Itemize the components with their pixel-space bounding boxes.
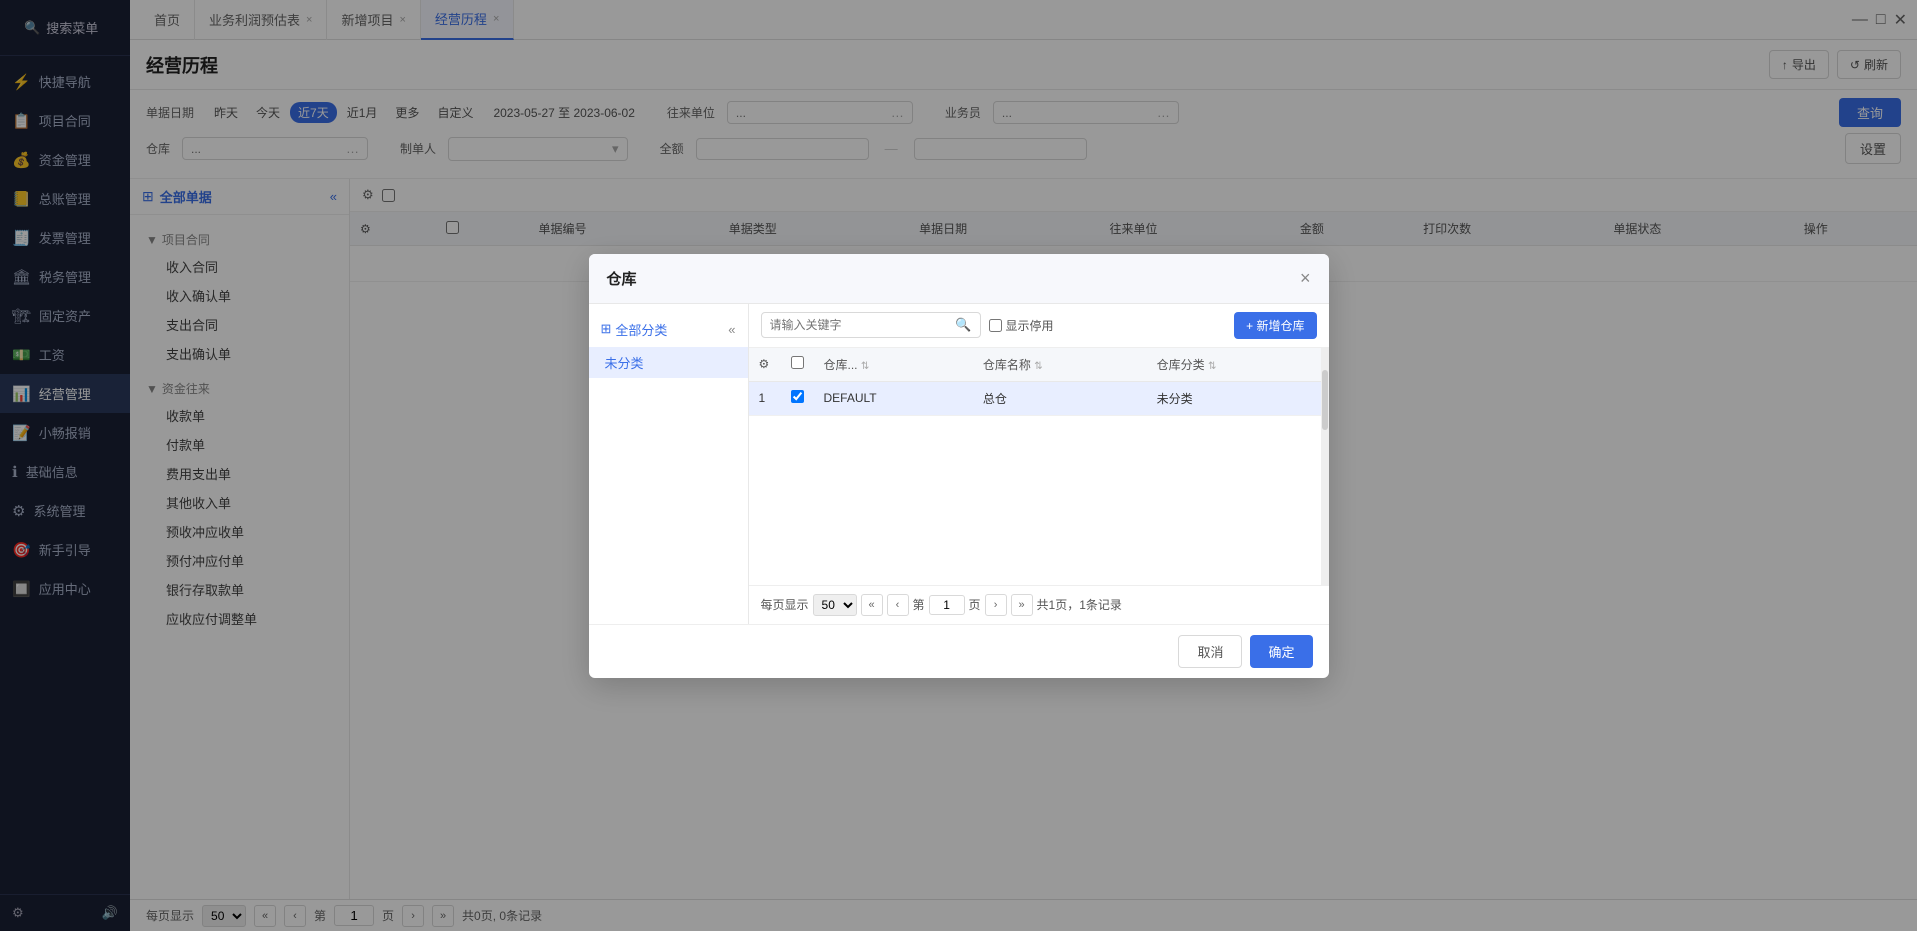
modal-first-page[interactable]: « bbox=[861, 594, 883, 616]
modal-last-page[interactable]: » bbox=[1011, 594, 1033, 616]
modal-page-label: 第 bbox=[913, 596, 925, 613]
modal-title: 仓库 bbox=[607, 268, 637, 289]
modal-col-name: 仓库名称 ⇅ bbox=[973, 348, 1147, 382]
cancel-button[interactable]: 取消 bbox=[1178, 635, 1242, 668]
modal-left-header: ⊞ 全部分类 « bbox=[589, 312, 748, 347]
warehouse-modal: 仓库 × ⊞ 全部分类 « 未分类 bbox=[589, 254, 1329, 678]
modal-body: ⊞ 全部分类 « 未分类 🔍 bbox=[589, 304, 1329, 624]
modal-close-button[interactable]: × bbox=[1300, 268, 1311, 289]
category-sort-icon[interactable]: ⇅ bbox=[1208, 361, 1216, 372]
modal-search-icon[interactable]: 🔍 bbox=[955, 317, 971, 333]
modal-header-checkbox[interactable] bbox=[791, 356, 804, 369]
modal-footer: 每页显示 50 « ‹ 第 页 › » 共1页，1条记录 bbox=[749, 585, 1329, 624]
add-warehouse-button[interactable]: + 新增仓库 bbox=[1234, 312, 1316, 339]
modal-action-bar: 取消 确定 bbox=[589, 624, 1329, 678]
row-number: 1 bbox=[749, 381, 781, 415]
modal-category-uncategorized[interactable]: 未分类 bbox=[589, 347, 748, 378]
row-code: DEFAULT bbox=[814, 381, 973, 415]
modal-col-category: 仓库分类 ⇅ bbox=[1147, 348, 1321, 382]
modal-col-settings[interactable]: ⚙ bbox=[749, 348, 781, 382]
show-disabled-label: 显示停用 bbox=[989, 317, 1054, 334]
modal-scroll-thumb bbox=[1322, 370, 1328, 430]
modal-left-panel: ⊞ 全部分类 « 未分类 bbox=[589, 304, 749, 624]
show-disabled-checkbox[interactable] bbox=[989, 319, 1002, 332]
code-sort-icon[interactable]: ⇅ bbox=[861, 361, 869, 372]
row-checkbox-input[interactable] bbox=[791, 390, 804, 403]
modal-table-row[interactable]: 1 DEFAULT 总仓 未分类 bbox=[749, 381, 1321, 415]
row-category: 未分类 bbox=[1147, 381, 1321, 415]
modal-page-size-select[interactable]: 50 bbox=[813, 594, 857, 616]
modal-all-categories[interactable]: ⊞ 全部分类 bbox=[601, 320, 668, 339]
modal-pagination: 每页显示 50 « ‹ 第 页 › » 共1页，1条记录 bbox=[761, 594, 1122, 616]
modal-page-size-label: 每页显示 bbox=[761, 596, 809, 613]
modal-col-checkbox bbox=[781, 348, 814, 382]
name-sort-icon[interactable]: ⇅ bbox=[1034, 361, 1042, 372]
modal-toolbar: 🔍 显示停用 + 新增仓库 bbox=[749, 304, 1329, 348]
modal-search-wrap: 🔍 bbox=[761, 312, 981, 338]
modal-table: ⚙ 仓库... ⇅ 仓库名称 ⇅ bbox=[749, 348, 1321, 416]
modal-next-page[interactable]: › bbox=[985, 594, 1007, 616]
modal-header: 仓库 × bbox=[589, 254, 1329, 304]
modal-overlay: 仓库 × ⊞ 全部分类 « 未分类 bbox=[0, 0, 1917, 931]
row-name: 总仓 bbox=[973, 381, 1147, 415]
modal-prev-page[interactable]: ‹ bbox=[887, 594, 909, 616]
modal-scrollbar[interactable] bbox=[1321, 348, 1329, 585]
grid-icon: ⊞ bbox=[601, 321, 612, 337]
modal-total-text: 共1页，1条记录 bbox=[1037, 596, 1122, 613]
modal-col-code: 仓库... ⇅ bbox=[814, 348, 973, 382]
modal-table-container: ⚙ 仓库... ⇅ 仓库名称 ⇅ bbox=[749, 348, 1329, 585]
modal-right-panel: 🔍 显示停用 + 新增仓库 ⚙ bbox=[749, 304, 1329, 624]
modal-page-suffix: 页 bbox=[969, 596, 981, 613]
modal-page-input[interactable] bbox=[929, 595, 965, 615]
confirm-button[interactable]: 确定 bbox=[1250, 635, 1312, 668]
modal-search-input[interactable] bbox=[770, 318, 956, 332]
row-checkbox bbox=[781, 381, 814, 415]
modal-collapse-btn[interactable]: « bbox=[728, 322, 735, 337]
